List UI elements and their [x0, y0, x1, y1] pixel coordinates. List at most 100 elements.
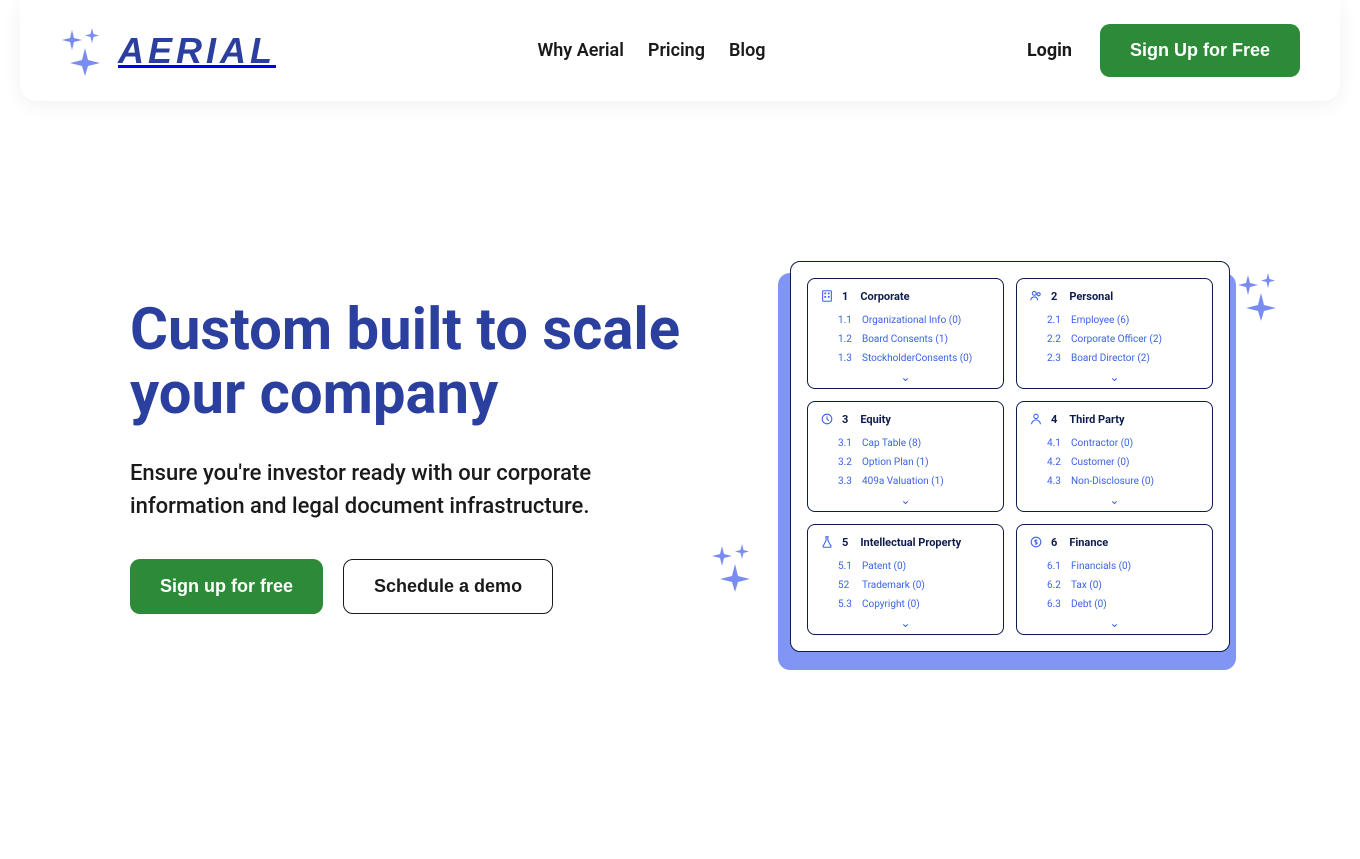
panel-title: Equity: [860, 413, 891, 426]
panel-item-label: Tax (0): [1071, 576, 1102, 595]
panel-item-index: 3.3: [838, 472, 856, 491]
panel-item-label: Board Director (2): [1071, 349, 1150, 368]
signup-button-header[interactable]: Sign Up for Free: [1100, 24, 1300, 77]
panel-item-list: 3.1 Cap Table (8) 3.2 Option Plan (1) 3.3 409…: [820, 434, 991, 491]
schedule-demo-button[interactable]: Schedule a demo: [343, 559, 553, 614]
dashboard-preview: 1Corporate 1.1Organizational Info (0)1.2 B…: [790, 261, 1230, 652]
panel-item-list: 5.1Patent (0)52 Trademark (0)5.3Copyright…: [820, 557, 991, 614]
panel-item[interactable]: 3.2 Option Plan (1): [838, 453, 991, 472]
panel-item-list: 6.1Financials (0)6.2 Tax (0)6.3Debt (0): [1029, 557, 1200, 614]
panel-item-label: Option Plan (1): [862, 453, 929, 472]
panel-item[interactable]: 6.1Financials (0): [1047, 557, 1200, 576]
nav-pricing[interactable]: Pricing: [648, 40, 705, 61]
panel-title: Finance: [1069, 536, 1108, 549]
sparkles-icon: [710, 542, 760, 592]
panel-item-label: Contractor (0): [1071, 434, 1133, 453]
panel-item[interactable]: 6.3Debt (0): [1047, 595, 1200, 614]
panel-item-index: 52: [838, 576, 856, 595]
flask-icon: [820, 535, 834, 549]
chevron-down-icon[interactable]: ⌄: [1109, 370, 1119, 384]
panel-item[interactable]: 3.1 Cap Table (8): [838, 434, 991, 453]
category-panel[interactable]: 3 Equity 3.1 Cap Table (8) 3.2 Option Plan (1…: [807, 401, 1004, 512]
panel-item[interactable]: 1.3 StockholderConsents (0): [838, 349, 991, 368]
panel-item-index: 6.3: [1047, 595, 1065, 614]
panel-item-label: StockholderConsents (0): [862, 349, 972, 368]
chevron-down-icon[interactable]: ⌄: [900, 493, 910, 507]
primary-nav: Why Aerial Pricing Blog: [537, 40, 765, 61]
panel-header: 1Corporate: [820, 289, 991, 303]
panel-title: Intellectual Property: [860, 536, 961, 549]
hero-cta-row: Sign up for free Schedule a demo: [130, 559, 750, 614]
panel-item-label: Trademark (0): [862, 576, 925, 595]
panel-title: Corporate: [860, 290, 909, 303]
panel-item-index: 6.2: [1047, 576, 1065, 595]
panel-item-label: Board Consents (1): [862, 330, 948, 349]
panel-item-index: 6.1: [1047, 557, 1065, 576]
panel-item[interactable]: 2.1 Employee (6): [1047, 311, 1200, 330]
header-actions: Login Sign Up for Free: [1027, 24, 1300, 77]
panel-item[interactable]: 4.1 Contractor (0): [1047, 434, 1200, 453]
category-panel[interactable]: 5 Intellectual Property 5.1Patent (0)52 Tra…: [807, 524, 1004, 635]
panel-item-index: 5.1: [838, 557, 856, 576]
logo-link[interactable]: AERIAL: [60, 26, 276, 76]
panel-number: 3: [842, 413, 848, 426]
signup-button-hero[interactable]: Sign up for free: [130, 559, 323, 614]
nav-why-aerial[interactable]: Why Aerial: [537, 40, 623, 61]
chevron-down-icon[interactable]: ⌄: [1109, 493, 1119, 507]
users-icon: [1029, 289, 1043, 303]
panel-item-index: 1.2: [838, 330, 856, 349]
panel-header: 6Finance: [1029, 535, 1200, 549]
panel-item-label: Non-Disclosure (0): [1071, 472, 1154, 491]
panel-item-index: 2.1: [1047, 311, 1065, 330]
clock-icon: [820, 412, 834, 426]
panel-item-label: Copyright (0): [862, 595, 920, 614]
panel-item[interactable]: 4.2 Customer (0): [1047, 453, 1200, 472]
panel-item-label: 409a Valuation (1): [862, 472, 944, 491]
panel-item-index: 1.3: [838, 349, 856, 368]
panel-item-label: Cap Table (8): [862, 434, 921, 453]
panel-number: 5: [842, 536, 848, 549]
panel-item[interactable]: 4.3 Non-Disclosure (0): [1047, 472, 1200, 491]
panel-item[interactable]: 2.3Board Director (2): [1047, 349, 1200, 368]
login-link[interactable]: Login: [1027, 40, 1072, 61]
panel-header: 4Third Party: [1029, 412, 1200, 426]
nav-blog[interactable]: Blog: [729, 40, 766, 61]
panel-header: 5 Intellectual Property: [820, 535, 991, 549]
category-panel[interactable]: 6Finance 6.1Financials (0)6.2 Tax (0)6.3De…: [1016, 524, 1213, 635]
building-icon: [820, 289, 834, 303]
panel-item[interactable]: 2.2 Corporate Officer (2): [1047, 330, 1200, 349]
panel-item-index: 2.2: [1047, 330, 1065, 349]
panel-item-label: Employee (6): [1071, 311, 1129, 330]
panel-item-index: 3.2: [838, 453, 856, 472]
sparkles-icon: [1236, 271, 1286, 321]
panel-title: Third Party: [1069, 413, 1124, 426]
panel-item[interactable]: 1.1Organizational Info (0): [838, 311, 991, 330]
top-nav: AERIAL Why Aerial Pricing Blog Login Sig…: [20, 0, 1340, 101]
hero-subtitle: Ensure you're investor ready with our co…: [130, 457, 650, 523]
panel-item[interactable]: 1.2 Board Consents (1): [838, 330, 991, 349]
panel-item[interactable]: 5.1Patent (0): [838, 557, 991, 576]
panel-header: 3 Equity: [820, 412, 991, 426]
dollar-icon: [1029, 535, 1043, 549]
chevron-down-icon[interactable]: ⌄: [900, 370, 910, 384]
panel-item[interactable]: 5.3Copyright (0): [838, 595, 991, 614]
panel-item[interactable]: 6.2 Tax (0): [1047, 576, 1200, 595]
panel-item[interactable]: 3.3 409a Valuation (1): [838, 472, 991, 491]
panel-item-label: Customer (0): [1071, 453, 1130, 472]
chevron-down-icon[interactable]: ⌄: [900, 616, 910, 630]
panel-item-index: 4.3: [1047, 472, 1065, 491]
category-panel[interactable]: 2Personal2.1Employee (6)2.2Corporate Off…: [1016, 278, 1213, 389]
panel-title: Personal: [1069, 290, 1113, 303]
category-panel[interactable]: 4Third Party 4.1 Contractor (0) 4.2 Customer…: [1016, 401, 1213, 512]
panel-item-list: 4.1 Contractor (0) 4.2 Customer (0) 4.3 Non-D…: [1029, 434, 1200, 491]
panel-item-label: Corporate Officer (2): [1071, 330, 1162, 349]
chevron-down-icon[interactable]: ⌄: [1109, 616, 1119, 630]
panel-item[interactable]: 52 Trademark (0): [838, 576, 991, 595]
panel-item-index: 3.1: [838, 434, 856, 453]
panel-item-list: 2.1 Employee (6) 2.2 Corporate Officer (2)2…: [1029, 311, 1200, 368]
user-icon: [1029, 412, 1043, 426]
hero-copy: Custom built to scale your company Ensur…: [130, 299, 750, 614]
panel-item-index: 4.1: [1047, 434, 1065, 453]
panel-item-index: 4.2: [1047, 453, 1065, 472]
category-panel[interactable]: 1Corporate 1.1Organizational Info (0)1.2 B…: [807, 278, 1004, 389]
